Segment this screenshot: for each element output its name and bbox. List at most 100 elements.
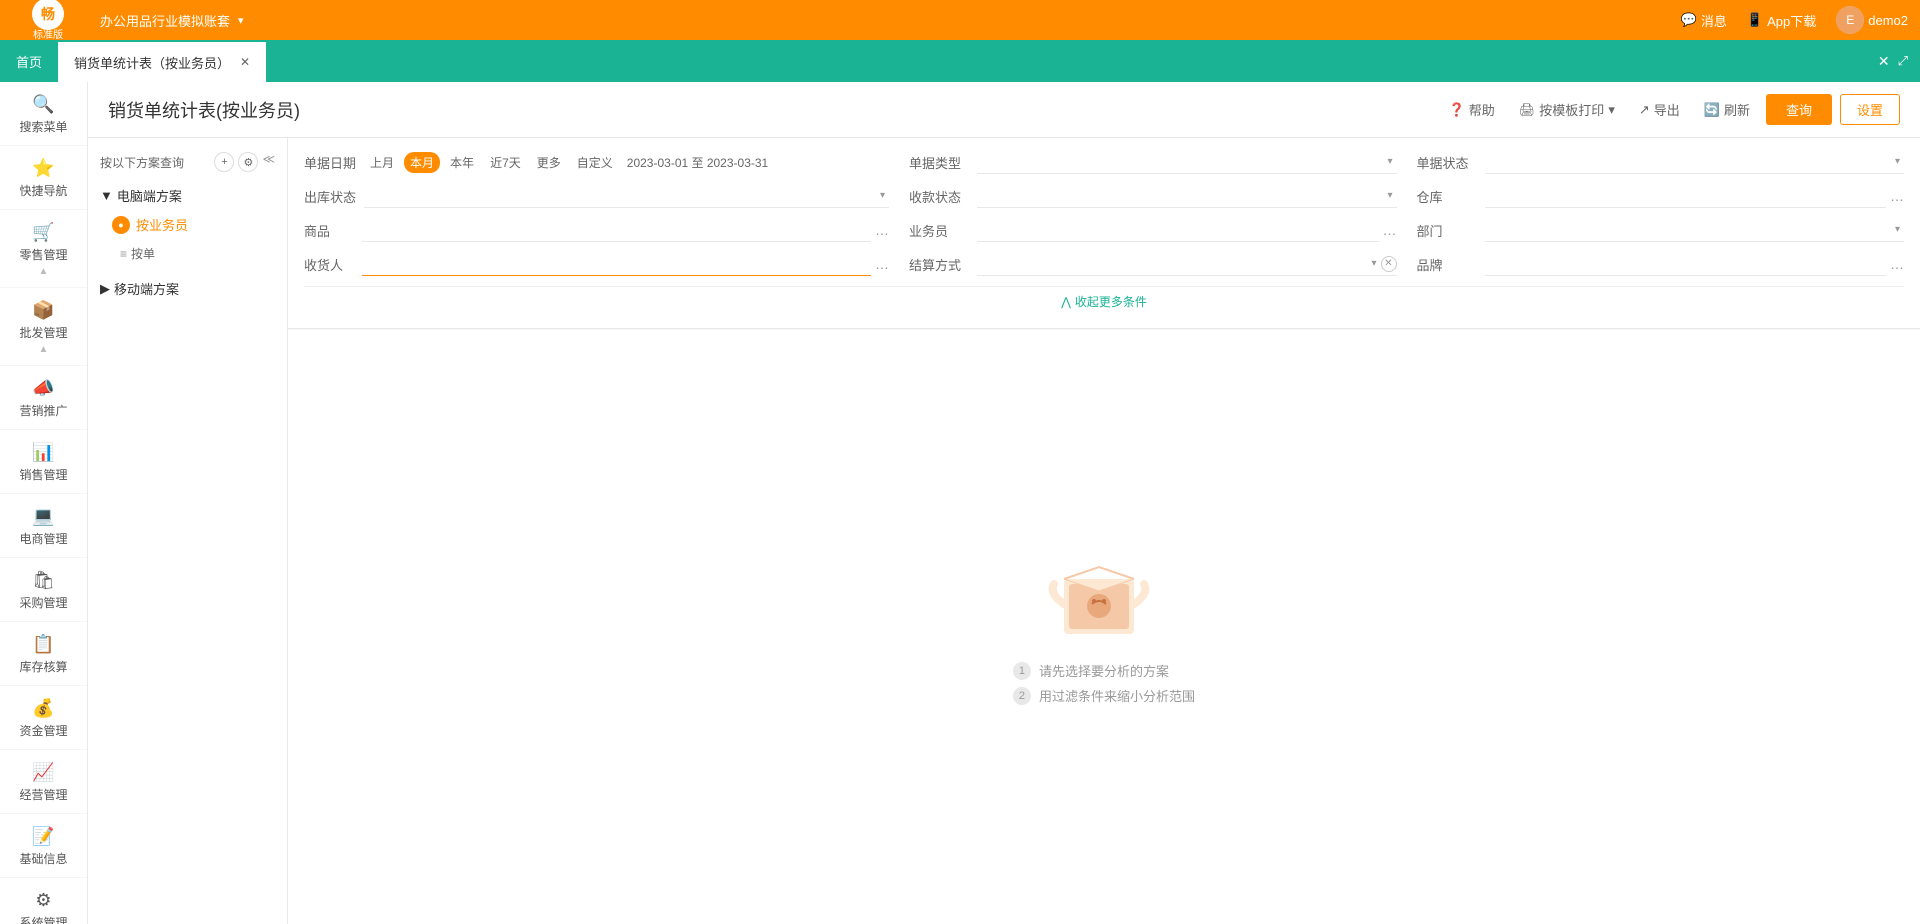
sidebar-item-sales[interactable]: 📊 销售管理 <box>0 430 87 494</box>
message-label: 消息 <box>1701 11 1727 30</box>
system-icon: ⚙ <box>35 890 51 911</box>
scheme-group-mobile: ▶ 移动端方案 <box>88 271 287 306</box>
date-tab-custom[interactable]: 自定义 <box>571 152 619 173</box>
wholesale-arrow: ▲ <box>39 344 49 355</box>
sidebar-item-system-label: 系统管理 <box>19 914 67 924</box>
finance-icon: 💰 <box>32 698 54 719</box>
billstatus-input[interactable] <box>1485 150 1905 173</box>
receiver-dots[interactable]: … <box>875 256 889 272</box>
scheme-sub-item-by-order[interactable]: ≡ 按单 <box>88 240 287 267</box>
scheme-sub-item-label: 按单 <box>131 245 155 262</box>
scheme-group-mobile-arrow: ▶ <box>100 281 110 297</box>
export-btn[interactable]: ↗ 导出 <box>1631 96 1688 123</box>
top-dropdown-icon[interactable]: ▾ <box>238 14 244 27</box>
sidebar-item-inventory[interactable]: 📋 库存核算 <box>0 622 87 686</box>
scheme-group-pc-header[interactable]: ▼ 电脑端方案 <box>88 182 287 209</box>
sidebar-item-finance[interactable]: 💰 资金管理 <box>0 686 87 750</box>
nav-sidebar: 🔍 搜索菜单 ⭐ 快捷导航 🛒 零售管理 ▲ 📦 批发管理 ▲ 📣 营销推广 <box>0 82 88 924</box>
user-area[interactable]: E demo2 <box>1836 6 1908 34</box>
tab-close-icon[interactable]: ✕ <box>240 55 250 69</box>
collapse-icon: ⋀ <box>1061 295 1071 309</box>
salesperson-dots[interactable]: … <box>1383 222 1397 238</box>
brand-dots[interactable]: … <box>1890 256 1904 272</box>
date-tab-thismonth[interactable]: 本月 <box>404 152 440 173</box>
message-btn[interactable]: 💬 消息 <box>1681 11 1727 30</box>
sidebar-item-retail[interactable]: 🛒 零售管理 ▲ <box>0 210 87 288</box>
hint-num-1: 1 <box>1013 662 1031 680</box>
billtype-input[interactable] <box>977 150 1397 173</box>
empty-hint-2: 2 用过滤条件来缩小分析范围 <box>1013 686 1195 705</box>
sidebar-item-marketing[interactable]: 📣 营销推广 <box>0 366 87 430</box>
retail-icon: 🛒 <box>32 222 54 243</box>
print-dropdown-icon[interactable]: ▾ <box>1608 102 1615 118</box>
maximize-icon[interactable]: ⤢ <box>1898 53 1908 69</box>
settle-label: 结算方式 <box>909 255 969 274</box>
filter-field-date: 单据日期 上月 本月 本年 近7天 更多 自定义 <box>304 152 889 173</box>
query-button[interactable]: 查询 <box>1766 94 1832 125</box>
hint-text-2: 用过滤条件来缩小分析范围 <box>1039 686 1195 705</box>
brand-input[interactable] <box>1485 252 1887 276</box>
filter-field-brand: 品牌 … <box>1417 252 1905 276</box>
tab-home[interactable]: 首页 <box>0 40 58 82</box>
user-avatar: E <box>1836 6 1864 34</box>
goods-input[interactable] <box>362 218 871 242</box>
sidebar-item-inventory-label: 库存核算 <box>19 658 67 675</box>
outstatus-dropdown-icon[interactable]: ▾ <box>880 190 885 201</box>
billtype-dropdown-icon[interactable]: ▾ <box>1387 156 1392 167</box>
collapse-btn[interactable]: ⋀ 收起更多条件 <box>304 286 1904 316</box>
scheme-header-label: 按以下方案查询 <box>100 154 184 171</box>
filter-row-1: 单据日期 上月 本月 本年 近7天 更多 自定义 <box>304 150 1904 174</box>
retail-arrow: ▲ <box>39 266 49 277</box>
scheme-settings-btn[interactable]: ⚙ <box>238 152 258 172</box>
refresh-btn[interactable]: 🔄 刷新 <box>1696 96 1758 123</box>
sidebar-item-wholesale[interactable]: 📦 批发管理 ▲ <box>0 288 87 366</box>
scheme-add-btn[interactable]: + <box>214 152 234 172</box>
billstatus-dropdown-icon[interactable]: ▾ <box>1895 156 1900 167</box>
sidebar-item-operation[interactable]: 📈 经营管理 <box>0 750 87 814</box>
date-tab-7days[interactable]: 近7天 <box>484 152 527 173</box>
scheme-group-pc-label: 电脑端方案 <box>117 186 182 205</box>
scheme-item-icon: ● <box>112 216 130 234</box>
empty-illustration <box>1044 549 1164 649</box>
close-window-icon[interactable]: ✕ <box>1878 53 1890 70</box>
tab-sales-stat[interactable]: 销货单统计表（按业务员） ✕ <box>58 40 266 82</box>
sidebar-item-search[interactable]: 🔍 搜索菜单 <box>0 82 87 146</box>
department-dropdown-icon[interactable]: ▾ <box>1895 224 1900 235</box>
help-btn[interactable]: ❓ 帮助 <box>1441 96 1503 123</box>
department-input[interactable] <box>1485 218 1905 241</box>
scheme-item-by-salesperson[interactable]: ● 按业务员 <box>88 209 287 240</box>
print-btn[interactable]: 🖨 按模板打印 ▾ <box>1511 96 1623 123</box>
date-tab-thisyear[interactable]: 本年 <box>444 152 480 173</box>
settle-dropdown-icon[interactable]: ▾ <box>1371 258 1376 269</box>
receiptstatus-select-wrap: ▾ <box>977 184 1397 208</box>
receiptstatus-input[interactable] <box>977 184 1397 207</box>
sidebar-item-operation-label: 经营管理 <box>19 786 67 803</box>
app-download-btn[interactable]: 📱 App下载 <box>1747 11 1816 30</box>
sidebar-item-ecommerce[interactable]: 💻 电商管理 <box>0 494 87 558</box>
sidebar-item-purchase[interactable]: 🛍 采购管理 <box>0 558 87 622</box>
filter-field-receiptstatus: 收款状态 ▾ <box>909 184 1397 208</box>
warehouse-input[interactable] <box>1485 184 1887 208</box>
sidebar-item-quicknav[interactable]: ⭐ 快捷导航 <box>0 146 87 210</box>
sidebar-item-system[interactable]: ⚙ 系统管理 <box>0 878 87 924</box>
export-label: 导出 <box>1654 100 1680 119</box>
top-title: 办公用品行业模拟账套 <box>100 11 230 30</box>
settings-button[interactable]: 设置 <box>1840 94 1900 125</box>
scheme-group-mobile-header[interactable]: ▶ 移动端方案 <box>88 275 287 302</box>
receiver-input[interactable] <box>362 252 871 276</box>
filter-field-billtype: 单据类型 ▾ <box>909 150 1397 174</box>
goods-dots[interactable]: … <box>875 222 889 238</box>
inventory-icon: 📋 <box>32 634 54 655</box>
settle-input[interactable] <box>977 252 1377 275</box>
receiptstatus-dropdown-icon[interactable]: ▾ <box>1387 190 1392 201</box>
empty-hint-1: 1 请先选择要分析的方案 <box>1013 661 1195 680</box>
warehouse-dots[interactable]: … <box>1890 188 1904 204</box>
outstatus-input[interactable] <box>364 184 889 207</box>
sidebar-item-basic[interactable]: 📝 基础信息 <box>0 814 87 878</box>
date-tab-lastmonth[interactable]: 上月 <box>364 152 400 173</box>
salesperson-input[interactable] <box>977 218 1379 242</box>
settle-clear-btn[interactable]: ✕ <box>1381 256 1397 272</box>
date-tab-more[interactable]: 更多 <box>531 152 567 173</box>
scheme-collapse-btn[interactable]: ≪ <box>262 152 275 172</box>
sub-item-icon: ≡ <box>120 247 127 261</box>
